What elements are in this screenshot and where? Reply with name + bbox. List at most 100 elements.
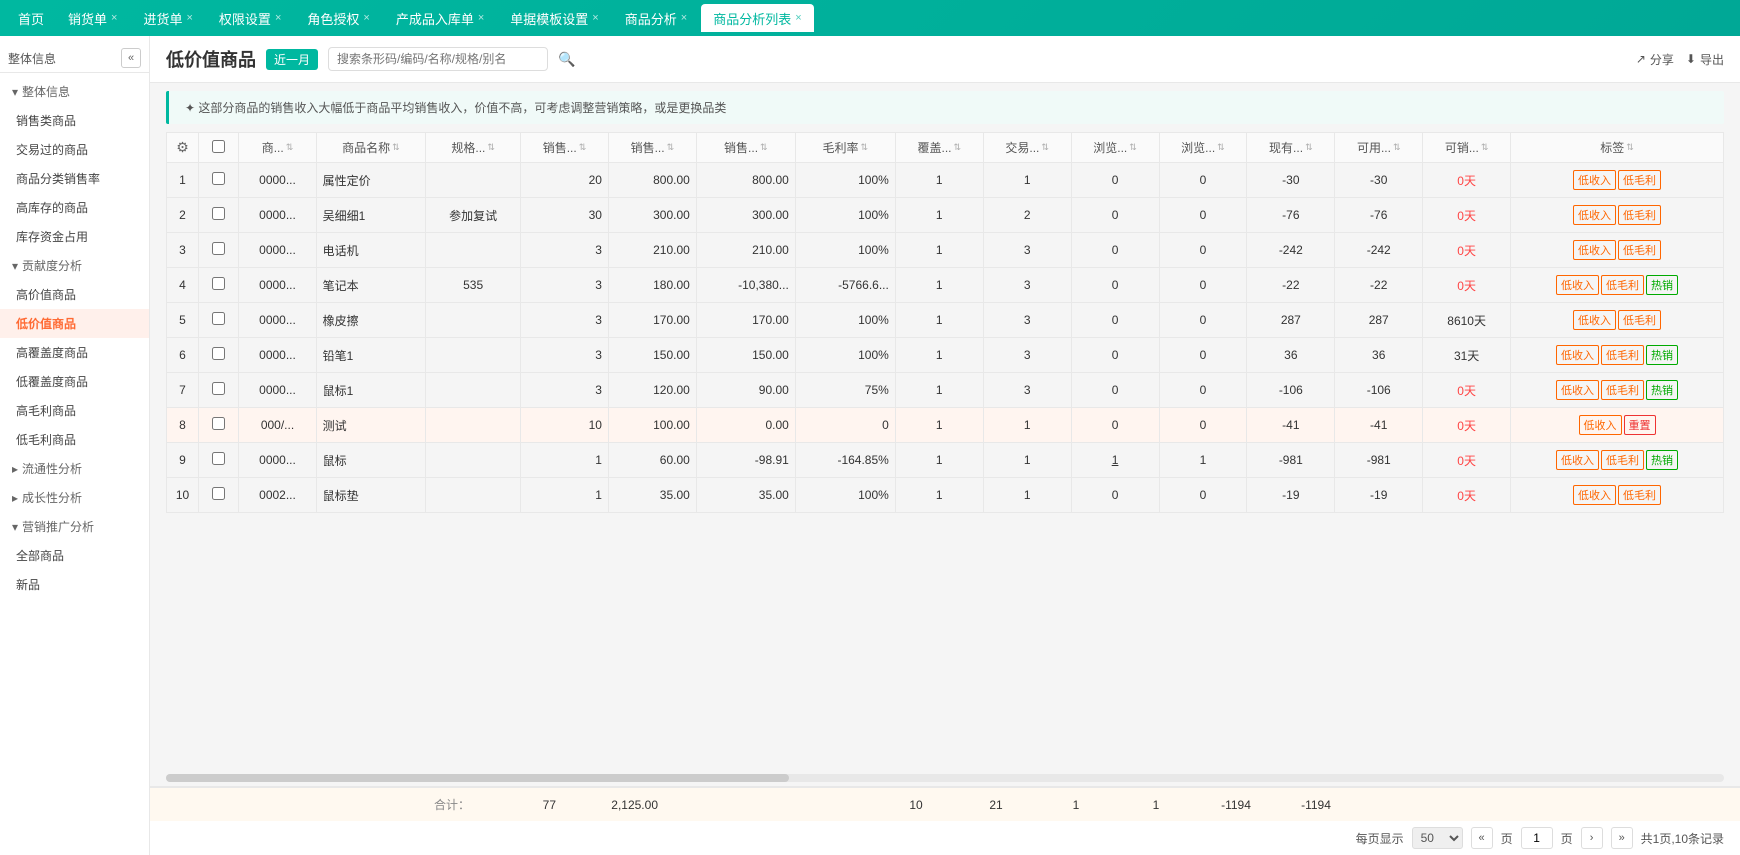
sidebar-item-low-margin[interactable]: 低毛利商品 bbox=[0, 425, 149, 454]
row-checkbox-input[interactable] bbox=[212, 277, 225, 290]
close-icon[interactable]: × bbox=[111, 12, 117, 24]
nav-tab-product[interactable]: 产成品入库单 × bbox=[384, 4, 496, 32]
sidebar-item-high-value[interactable]: 高价值商品 bbox=[0, 280, 149, 309]
search-icon[interactable]: 🔍 bbox=[558, 51, 575, 68]
sidebar-item-high-coverage[interactable]: 高覆盖度商品 bbox=[0, 338, 149, 367]
row-checkbox-input[interactable] bbox=[212, 207, 225, 220]
row-checkbox[interactable] bbox=[199, 268, 239, 303]
row-view1[interactable]: 0 bbox=[1071, 478, 1159, 513]
sidebar-item-low-value[interactable]: 低价值商品 bbox=[0, 309, 149, 338]
sidebar-section-overall[interactable]: ▾ 整体信息 bbox=[0, 77, 149, 106]
share-button[interactable]: ↗ 分享 bbox=[1636, 51, 1674, 68]
view-link[interactable]: 1 bbox=[1112, 453, 1119, 467]
sidebar-item-sales-products[interactable]: 销售类商品 bbox=[0, 106, 149, 135]
row-checkbox-input[interactable] bbox=[212, 347, 225, 360]
next-page-btn[interactable]: › bbox=[1581, 827, 1603, 849]
row-view1[interactable]: 0 bbox=[1071, 408, 1159, 443]
th-view2[interactable]: 浏览...⇅ bbox=[1159, 133, 1247, 163]
row-checkbox[interactable] bbox=[199, 408, 239, 443]
row-view1[interactable]: 0 bbox=[1071, 303, 1159, 338]
row-checkbox-input[interactable] bbox=[212, 382, 225, 395]
th-settings[interactable]: ⚙ bbox=[167, 133, 199, 163]
row-checkbox[interactable] bbox=[199, 163, 239, 198]
th-spec[interactable]: 规格...⇅ bbox=[426, 133, 521, 163]
row-checkbox-input[interactable] bbox=[212, 242, 225, 255]
sidebar-item-low-coverage[interactable]: 低覆盖度商品 bbox=[0, 367, 149, 396]
close-icon[interactable]: × bbox=[681, 12, 687, 24]
sidebar-section-contribution[interactable]: ▾ 贡献度分析 bbox=[0, 251, 149, 280]
row-checkbox-input[interactable] bbox=[212, 487, 225, 500]
sidebar-item-high-stock[interactable]: 高库存的商品 bbox=[0, 193, 149, 222]
sidebar-collapse-btn[interactable]: « bbox=[121, 48, 141, 68]
sidebar-item-traded[interactable]: 交易过的商品 bbox=[0, 135, 149, 164]
th-qty[interactable]: 销售...⇅ bbox=[521, 133, 609, 163]
th-avail[interactable]: 可用...⇅ bbox=[1335, 133, 1423, 163]
export-button[interactable]: ⬇ 导出 bbox=[1686, 51, 1724, 68]
row-view1[interactable]: 0 bbox=[1071, 268, 1159, 303]
close-icon[interactable]: × bbox=[592, 12, 598, 24]
close-icon[interactable]: × bbox=[363, 12, 369, 24]
th-coverage[interactable]: 覆盖...⇅ bbox=[895, 133, 983, 163]
nav-tab-permission[interactable]: 权限设置 × bbox=[207, 4, 293, 32]
per-page-select[interactable]: 50 100 200 bbox=[1412, 827, 1463, 849]
sidebar-section-marketing[interactable]: ▾ 营销推广分析 bbox=[0, 512, 149, 541]
page-input[interactable] bbox=[1521, 827, 1553, 849]
th-checkbox[interactable] bbox=[199, 133, 239, 163]
close-icon[interactable]: × bbox=[275, 12, 281, 24]
row-checkbox[interactable] bbox=[199, 338, 239, 373]
sidebar-item-stock-capital[interactable]: 库存资金占用 bbox=[0, 222, 149, 251]
close-icon[interactable]: × bbox=[795, 12, 801, 24]
close-icon[interactable]: × bbox=[478, 12, 484, 24]
th-gross[interactable]: 毛利率⇅ bbox=[795, 133, 895, 163]
last-page-btn[interactable]: » bbox=[1611, 827, 1633, 849]
th-trade[interactable]: 交易...⇅ bbox=[983, 133, 1071, 163]
row-view1[interactable]: 0 bbox=[1071, 233, 1159, 268]
row-checkbox[interactable] bbox=[199, 303, 239, 338]
horizontal-scrollbar[interactable] bbox=[166, 774, 1724, 782]
row-checkbox-input[interactable] bbox=[212, 312, 225, 325]
select-all-checkbox[interactable] bbox=[212, 140, 225, 153]
scrollbar-thumb[interactable] bbox=[166, 774, 789, 782]
row-checkbox[interactable] bbox=[199, 478, 239, 513]
row-view1[interactable]: 0 bbox=[1071, 338, 1159, 373]
nav-tab-role[interactable]: 角色授权 × bbox=[295, 4, 381, 32]
row-trade: 3 bbox=[983, 268, 1071, 303]
sidebar-item-new-products[interactable]: 新品 bbox=[0, 570, 149, 599]
th-tags[interactable]: 标签⇅ bbox=[1511, 133, 1724, 163]
nav-tab-purchase[interactable]: 进货单 × bbox=[131, 4, 204, 32]
search-input[interactable] bbox=[328, 47, 548, 71]
th-code[interactable]: 商...⇅ bbox=[239, 133, 316, 163]
sidebar-item-all-products[interactable]: 全部商品 bbox=[0, 541, 149, 570]
row-checkbox[interactable] bbox=[199, 198, 239, 233]
settings-icon[interactable]: ⚙ bbox=[176, 139, 189, 155]
th-view1[interactable]: 浏览...⇅ bbox=[1071, 133, 1159, 163]
nav-tab-template[interactable]: 单据模板设置 × bbox=[498, 4, 610, 32]
th-stock[interactable]: 现有...⇅ bbox=[1247, 133, 1335, 163]
nav-tab-analysis[interactable]: 商品分析 × bbox=[613, 4, 699, 32]
row-checkbox[interactable] bbox=[199, 443, 239, 478]
row-view1[interactable]: 0 bbox=[1071, 163, 1159, 198]
row-qty: 3 bbox=[521, 233, 609, 268]
nav-home[interactable]: 首页 bbox=[8, 9, 54, 28]
th-name[interactable]: 商品名称⇅ bbox=[316, 133, 426, 163]
row-checkbox-input[interactable] bbox=[212, 172, 225, 185]
row-view1[interactable]: 1 bbox=[1071, 443, 1159, 478]
th-avg[interactable]: 销售...⇅ bbox=[696, 133, 795, 163]
row-checkbox-input[interactable] bbox=[212, 417, 225, 430]
row-checkbox[interactable] bbox=[199, 373, 239, 408]
sidebar-item-category-rate[interactable]: 商品分类销售率 bbox=[0, 164, 149, 193]
row-checkbox-input[interactable] bbox=[212, 452, 225, 465]
sidebar-item-high-margin[interactable]: 高毛利商品 bbox=[0, 396, 149, 425]
row-view1[interactable]: 0 bbox=[1071, 198, 1159, 233]
close-icon[interactable]: × bbox=[186, 12, 192, 24]
time-badge[interactable]: 近一月 bbox=[266, 49, 318, 70]
nav-tab-analysis-list[interactable]: 商品分析列表 × bbox=[701, 4, 813, 32]
th-sale-days[interactable]: 可销...⇅ bbox=[1423, 133, 1511, 163]
th-amount[interactable]: 销售...⇅ bbox=[608, 133, 696, 163]
first-page-btn[interactable]: « bbox=[1471, 827, 1493, 849]
sidebar-section-liquidity[interactable]: ▸ 流通性分析 bbox=[0, 454, 149, 483]
sidebar-section-growth[interactable]: ▸ 成长性分析 bbox=[0, 483, 149, 512]
nav-tab-sales[interactable]: 销货单 × bbox=[56, 4, 129, 32]
row-view1[interactable]: 0 bbox=[1071, 373, 1159, 408]
row-checkbox[interactable] bbox=[199, 233, 239, 268]
